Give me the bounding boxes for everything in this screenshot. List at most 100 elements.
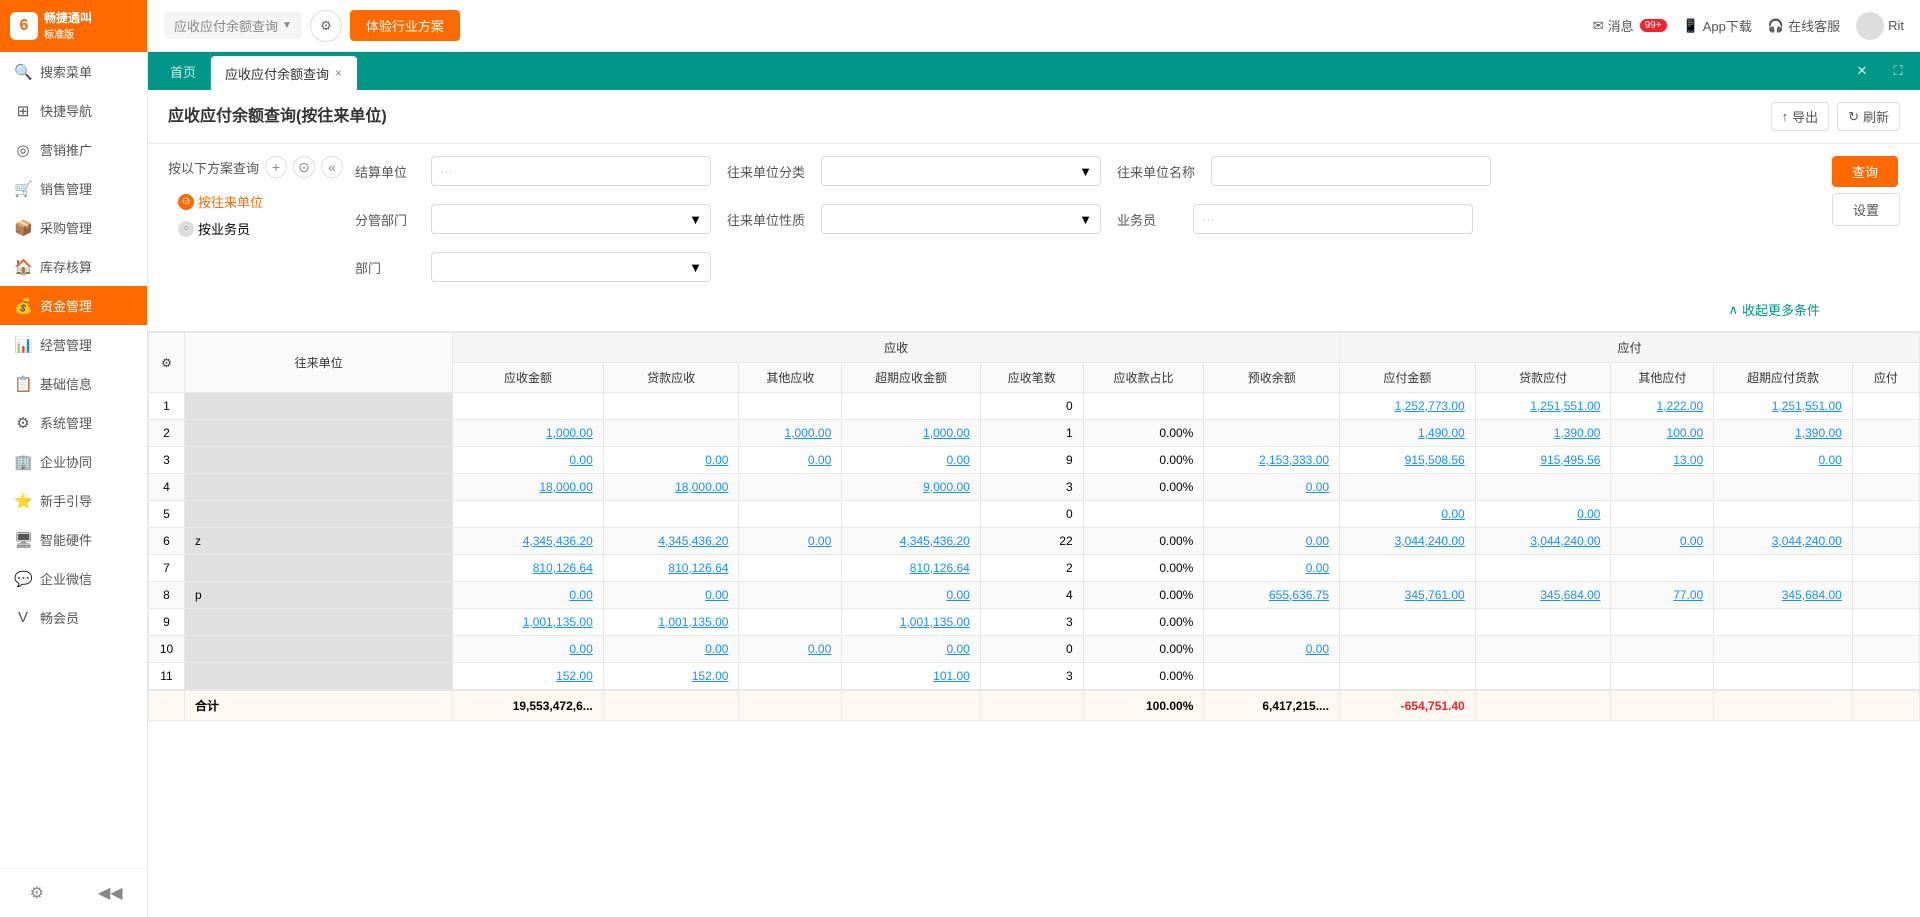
settings-button[interactable]: ⚙ xyxy=(21,877,53,909)
collapse-button[interactable]: ◀◀ xyxy=(94,877,126,909)
cell-shr[interactable]: 1,000.00 xyxy=(453,420,604,447)
cell-shr[interactable] xyxy=(453,393,604,420)
cell-overp[interactable] xyxy=(1714,501,1853,528)
refresh-button[interactable]: ↻ 刷新 xyxy=(1837,102,1900,131)
cell-loanr[interactable]: 1,001,135.00 xyxy=(603,609,739,636)
partner-nature-select[interactable]: ▼ xyxy=(821,204,1101,234)
cell-overr[interactable]: 0.00 xyxy=(842,636,981,663)
cell-shp[interactable]: 345,761.00 xyxy=(1340,582,1476,609)
cell-shr[interactable] xyxy=(453,501,604,528)
cell-loanr[interactable] xyxy=(603,420,739,447)
settlement-unit-input[interactable]: ··· xyxy=(431,156,711,186)
cell-prepay[interactable] xyxy=(1204,663,1340,691)
cell-shr[interactable]: 810,126.64 xyxy=(453,555,604,582)
cell-prepay[interactable]: 0.00 xyxy=(1204,474,1340,501)
cell-loanr[interactable]: 18,000.00 xyxy=(603,474,739,501)
cell-otherr[interactable] xyxy=(739,582,842,609)
dept-select[interactable]: ▼ xyxy=(431,204,711,234)
cell-loanr[interactable]: 152.00 xyxy=(603,663,739,691)
cell-otherp[interactable] xyxy=(1611,555,1714,582)
collapse-conditions-button[interactable]: ∧ 收起更多条件 xyxy=(1728,300,1820,319)
cell-shr[interactable]: 152.00 xyxy=(453,663,604,691)
settings-gear-button[interactable]: ⚙ xyxy=(310,10,342,42)
cell-overp[interactable]: 345,684.00 xyxy=(1714,582,1853,609)
cell-overp[interactable] xyxy=(1714,636,1853,663)
cell-otherr[interactable] xyxy=(739,393,842,420)
user-menu-button[interactable]: Rit xyxy=(1856,12,1904,40)
cell-overp[interactable] xyxy=(1714,663,1853,691)
scheme-settings-button[interactable]: ⊙ xyxy=(293,156,315,178)
service-button[interactable]: 🎧 在线客服 xyxy=(1768,16,1840,35)
cell-overp[interactable]: 0.00 xyxy=(1714,447,1853,474)
cell-loanp[interactable]: 1,251,551.00 xyxy=(1475,393,1611,420)
scheme-option-partner[interactable]: ⊙ 按往来单位 xyxy=(168,188,343,215)
cell-prepay[interactable] xyxy=(1204,420,1340,447)
sidebar-item-inventory[interactable]: 🏠 库存核算 xyxy=(0,247,147,286)
cell-loanp[interactable] xyxy=(1475,474,1611,501)
cell-shr[interactable]: 0.00 xyxy=(453,582,604,609)
cell-overr[interactable]: 810,126.64 xyxy=(842,555,981,582)
cell-loanp[interactable]: 0.00 xyxy=(1475,501,1611,528)
partner-name-input[interactable] xyxy=(1211,156,1491,186)
gear-col-header[interactable]: ⚙ xyxy=(149,333,185,393)
cell-otherr[interactable] xyxy=(739,555,842,582)
cell-loanp[interactable] xyxy=(1475,663,1611,691)
tab-ar-ap-query[interactable]: 应收应付余额查询 × xyxy=(211,56,357,90)
cell-shp[interactable] xyxy=(1340,663,1476,691)
cell-overp[interactable]: 1,251,551.00 xyxy=(1714,393,1853,420)
sidebar-item-wechat[interactable]: 💬 企业微信 xyxy=(0,559,147,598)
sidebar-item-purchase[interactable]: 📦 采购管理 xyxy=(0,208,147,247)
cell-otherp[interactable]: 0.00 xyxy=(1611,528,1714,555)
close-icon[interactable]: × xyxy=(335,66,342,80)
cell-otherr[interactable]: 0.00 xyxy=(739,528,842,555)
sidebar-item-system[interactable]: ⚙ 系统管理 xyxy=(0,403,147,442)
salesperson-input[interactable]: ··· xyxy=(1193,204,1473,234)
cell-prepay[interactable] xyxy=(1204,393,1340,420)
cell-shr[interactable]: 0.00 xyxy=(453,447,604,474)
cell-otherr[interactable] xyxy=(739,663,842,691)
cell-prepay[interactable] xyxy=(1204,501,1340,528)
sidebar-item-operations[interactable]: 📊 经营管理 xyxy=(0,325,147,364)
cell-shp[interactable] xyxy=(1340,609,1476,636)
cell-prepay[interactable]: 2,153,333.00 xyxy=(1204,447,1340,474)
cell-otherr[interactable]: 0.00 xyxy=(739,636,842,663)
cell-loanr[interactable]: 0.00 xyxy=(603,447,739,474)
cell-loanr[interactable]: 4,345,436.20 xyxy=(603,528,739,555)
sidebar-item-hardware[interactable]: 🖥 智能硬件 xyxy=(0,520,147,559)
cell-otherp[interactable]: 77.00 xyxy=(1611,582,1714,609)
cell-overr[interactable]: 1,000.00 xyxy=(842,420,981,447)
cell-shr[interactable]: 18,000.00 xyxy=(453,474,604,501)
industry-button[interactable]: 体验行业方案 xyxy=(350,10,460,41)
scheme-option-salesperson[interactable]: ○ 按业务员 xyxy=(168,215,343,242)
cell-otherr[interactable] xyxy=(739,474,842,501)
cell-otherp[interactable] xyxy=(1611,636,1714,663)
sidebar-item-guide[interactable]: ⭐ 新手引导 xyxy=(0,481,147,520)
cell-otherp[interactable] xyxy=(1611,501,1714,528)
table-container[interactable]: ⚙ 往来单位 应收 应付 应收金额 贷款应收 其他应收 超期应收金额 应收笔数 … xyxy=(148,332,1920,917)
cell-prepay[interactable]: 0.00 xyxy=(1204,636,1340,663)
cell-overr[interactable] xyxy=(842,393,981,420)
maximize-button[interactable]: ⛶ xyxy=(1884,57,1912,85)
cell-otherr[interactable] xyxy=(739,609,842,636)
sidebar-item-marketing[interactable]: ◎ 营销推广 xyxy=(0,130,147,169)
cell-shp[interactable]: 3,044,240.00 xyxy=(1340,528,1476,555)
cell-overr[interactable] xyxy=(842,501,981,528)
cell-otherp[interactable] xyxy=(1611,609,1714,636)
cell-otherr[interactable] xyxy=(739,501,842,528)
cell-overp[interactable]: 3,044,240.00 xyxy=(1714,528,1853,555)
cell-loanp[interactable] xyxy=(1475,609,1611,636)
cell-overr[interactable]: 4,345,436.20 xyxy=(842,528,981,555)
cell-overp[interactable] xyxy=(1714,555,1853,582)
cell-otherp[interactable] xyxy=(1611,474,1714,501)
cell-shp[interactable]: 1,252,773.00 xyxy=(1340,393,1476,420)
cell-shr[interactable]: 0.00 xyxy=(453,636,604,663)
cell-overp[interactable] xyxy=(1714,609,1853,636)
cell-loanp[interactable]: 345,684.00 xyxy=(1475,582,1611,609)
cell-otherr[interactable]: 0.00 xyxy=(739,447,842,474)
messages-button[interactable]: ✉ 消息 99+ xyxy=(1593,16,1667,35)
cell-otherp[interactable]: 100.00 xyxy=(1611,420,1714,447)
cell-prepay[interactable]: 655,636.75 xyxy=(1204,582,1340,609)
query-button[interactable]: 查询 xyxy=(1832,156,1898,187)
cell-overr[interactable]: 0.00 xyxy=(842,447,981,474)
cell-shr[interactable]: 4,345,436.20 xyxy=(453,528,604,555)
